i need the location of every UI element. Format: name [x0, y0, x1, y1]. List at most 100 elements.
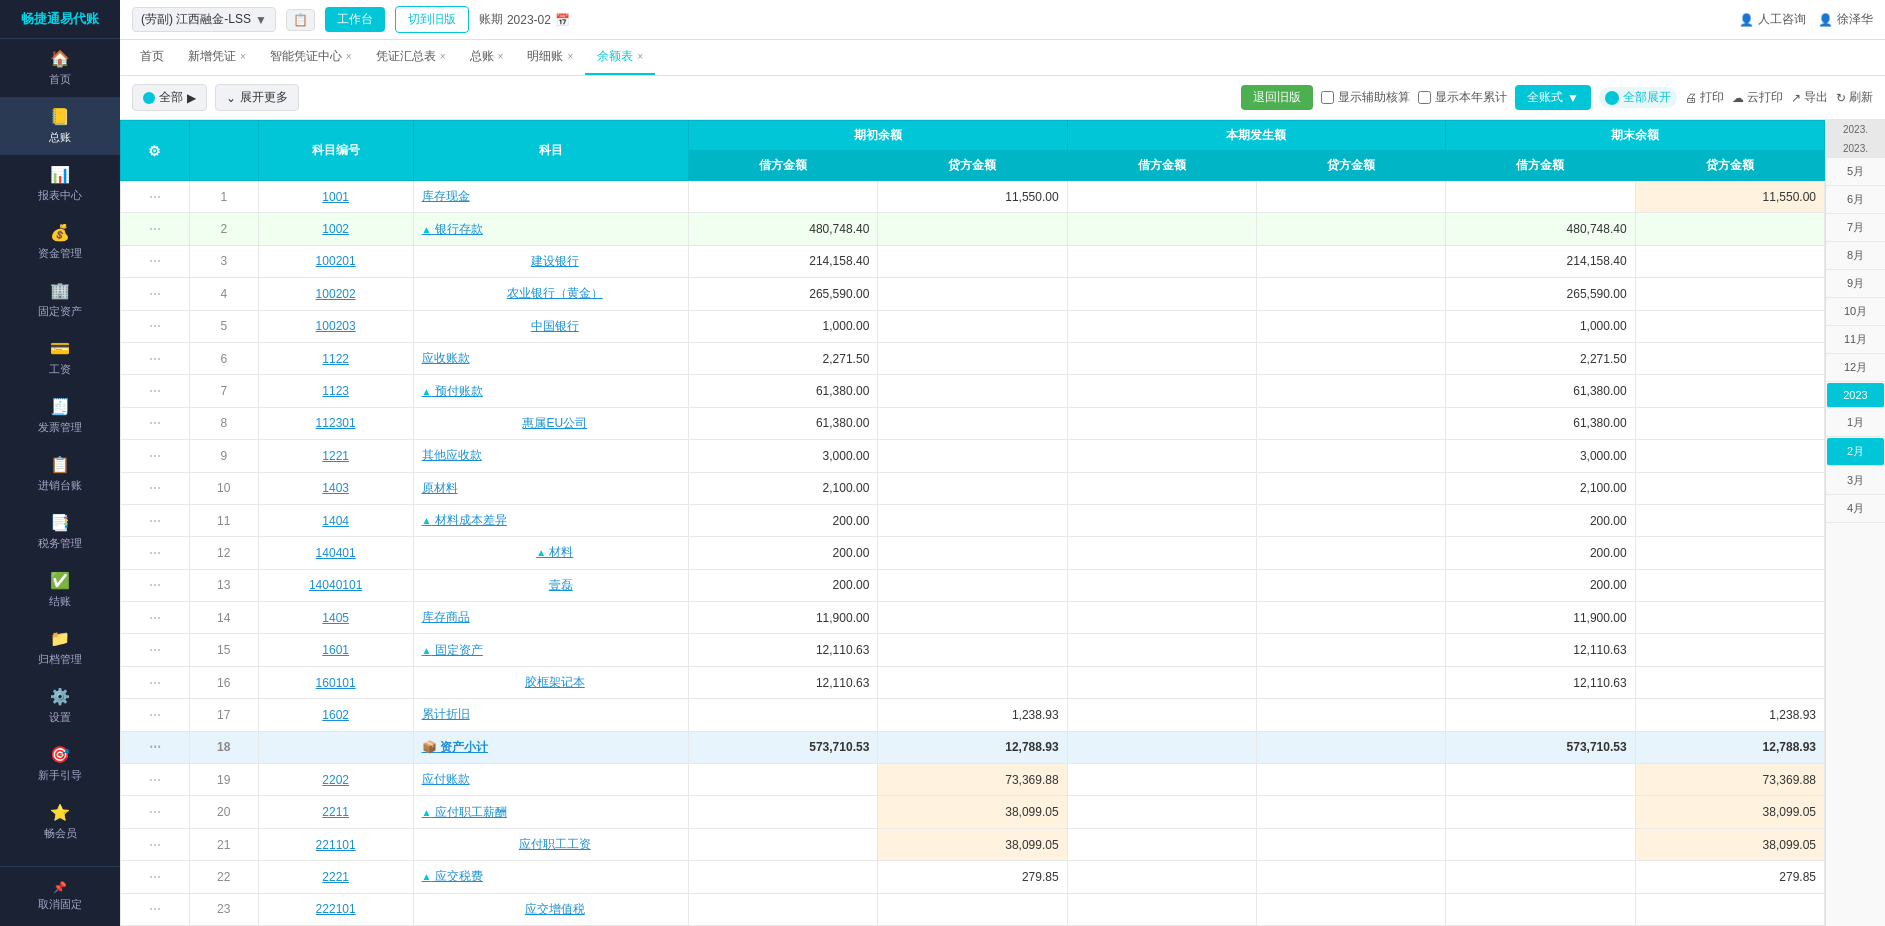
row-setting-14[interactable]: ⋯ [121, 634, 190, 666]
row-name-11[interactable]: ▲ 材料 [413, 537, 688, 569]
row-setting-5[interactable]: ⋯ [121, 342, 190, 374]
switch-old-button[interactable]: 切到旧版 [395, 6, 469, 33]
row-setting-4[interactable]: ⋯ [121, 310, 190, 342]
row-code-16[interactable]: 1602 [258, 699, 413, 731]
row-setting-6[interactable]: ⋯ [121, 375, 190, 407]
row-code-11[interactable]: 140401 [258, 537, 413, 569]
row-code-20[interactable]: 221101 [258, 828, 413, 860]
row-setting-13[interactable]: ⋯ [121, 602, 190, 634]
row-code-4[interactable]: 100203 [258, 310, 413, 342]
row-code-12[interactable]: 14040101 [258, 569, 413, 601]
sidebar-item-purchase[interactable]: 📋 进销台账 [0, 445, 120, 503]
show-aux-checkbox[interactable] [1321, 91, 1334, 104]
row-code-19[interactable]: 2211 [258, 796, 413, 828]
tab-close-balance[interactable]: × [637, 51, 643, 62]
row-setting-10[interactable]: ⋯ [121, 504, 190, 536]
tab-new-voucher[interactable]: 新增凭证 × [176, 40, 258, 75]
right-panel-apr[interactable]: 4月 [1826, 495, 1885, 523]
tab-close-smart-voucher[interactable]: × [346, 51, 352, 62]
return-old-button[interactable]: 退回旧版 [1241, 85, 1313, 110]
cloud-print-button[interactable]: ☁ 云打印 [1732, 89, 1783, 106]
row-setting-7[interactable]: ⋯ [121, 407, 190, 439]
row-setting-8[interactable]: ⋯ [121, 440, 190, 472]
company-selector[interactable]: (劳副) 江西融金-LSS ▼ [132, 7, 276, 32]
tab-close-new-voucher[interactable]: × [240, 51, 246, 62]
right-panel-mar[interactable]: 3月 [1826, 467, 1885, 495]
row-setting-2[interactable]: ⋯ [121, 245, 190, 277]
tab-close-voucher-summary[interactable]: × [440, 51, 446, 62]
row-code-22[interactable]: 222101 [258, 893, 413, 925]
row-setting-20[interactable]: ⋯ [121, 828, 190, 860]
row-name-6[interactable]: ▲ 预付账款 [413, 375, 688, 407]
calendar-icon[interactable]: 📅 [555, 13, 570, 27]
row-code-5[interactable]: 1122 [258, 342, 413, 374]
user-profile[interactable]: 👤 徐泽华 [1818, 11, 1873, 28]
row-name-19[interactable]: ▲ 应付职工薪酬 [413, 796, 688, 828]
tab-home[interactable]: 首页 [128, 40, 176, 75]
expand-all-toggle[interactable]: 全部展开 [1599, 87, 1677, 108]
tab-detail-ledger[interactable]: 明细账 × [515, 40, 585, 75]
row-name-17[interactable]: 📦 资产小计 [413, 731, 688, 763]
right-panel-jul[interactable]: 7月 [1826, 214, 1885, 242]
right-panel-jan[interactable]: 1月 [1826, 409, 1885, 437]
copy-button[interactable]: 📋 [286, 9, 315, 31]
row-setting-22[interactable]: ⋯ [121, 893, 190, 925]
tab-smart-voucher[interactable]: 智能凭证中心 × [258, 40, 364, 75]
sidebar-item-guide[interactable]: 🎯 新手引导 [0, 735, 120, 793]
sidebar-item-assets[interactable]: 🏢 固定资产 [0, 271, 120, 329]
sidebar-item-home[interactable]: 🏠 首页 [0, 39, 120, 97]
tab-close-detail-ledger[interactable]: × [567, 51, 573, 62]
row-setting-3[interactable]: ⋯ [121, 278, 190, 310]
row-name-8[interactable]: 其他应收款 [413, 440, 688, 472]
tab-close-ledger[interactable]: × [498, 51, 504, 62]
right-panel-2023[interactable]: 2023 [1827, 383, 1884, 408]
row-name-13[interactable]: 库存商品 [413, 602, 688, 634]
row-name-21[interactable]: ▲ 应交税费 [413, 861, 688, 893]
show-ytd-checkbox[interactable] [1418, 91, 1431, 104]
right-panel-sep[interactable]: 9月 [1826, 270, 1885, 298]
row-setting-9[interactable]: ⋯ [121, 472, 190, 504]
row-name-15[interactable]: 胶框架记本 [413, 666, 688, 698]
row-name-1[interactable]: ▲ 银行存款 [413, 213, 688, 245]
right-panel-nov[interactable]: 11月 [1826, 326, 1885, 354]
row-setting-1[interactable]: ⋯ [121, 213, 190, 245]
filter-all-button[interactable]: 全部 ▶ [132, 84, 207, 111]
row-code-9[interactable]: 1403 [258, 472, 413, 504]
row-name-9[interactable]: 原材料 [413, 472, 688, 504]
row-setting-11[interactable]: ⋯ [121, 537, 190, 569]
row-code-3[interactable]: 100202 [258, 278, 413, 310]
tab-ledger[interactable]: 总账 × [458, 40, 516, 75]
sidebar-item-archive[interactable]: 📁 归档管理 [0, 619, 120, 677]
sidebar-item-ledger[interactable]: 📒 总账 [0, 97, 120, 155]
row-code-10[interactable]: 1404 [258, 504, 413, 536]
row-code-2[interactable]: 100201 [258, 245, 413, 277]
row-name-16[interactable]: 累计折旧 [413, 699, 688, 731]
consulting-btn[interactable]: 👤 人工咨询 [1739, 11, 1806, 28]
row-code-0[interactable]: 1001 [258, 181, 413, 213]
tab-balance[interactable]: 余额表 × [585, 40, 655, 75]
col-setting-header[interactable]: ⚙ [121, 121, 190, 181]
sidebar-item-funds[interactable]: 💰 资金管理 [0, 213, 120, 271]
style-button[interactable]: 全账式 ▼ [1515, 85, 1591, 110]
sidebar-item-close[interactable]: ✅ 结账 [0, 561, 120, 619]
row-name-2[interactable]: 建设银行 [413, 245, 688, 277]
refresh-button[interactable]: ↻ 刷新 [1836, 89, 1873, 106]
row-name-22[interactable]: 应交增值税 [413, 893, 688, 925]
row-name-5[interactable]: 应收账款 [413, 342, 688, 374]
row-name-12[interactable]: 壹磊 [413, 569, 688, 601]
sidebar-item-member[interactable]: ⭐ 畅会员 [0, 793, 120, 851]
right-panel-aug[interactable]: 8月 [1826, 242, 1885, 270]
export-button[interactable]: ↗ 导出 [1791, 89, 1828, 106]
tab-voucher-summary[interactable]: 凭证汇总表 × [364, 40, 458, 75]
row-name-18[interactable]: 应付账款 [413, 764, 688, 796]
unpin-button[interactable]: 📌 取消固定 [8, 875, 112, 918]
print-button[interactable]: 🖨 打印 [1685, 89, 1724, 106]
row-code-18[interactable]: 2202 [258, 764, 413, 796]
right-panel-oct[interactable]: 10月 [1826, 298, 1885, 326]
sidebar-item-reports[interactable]: 📊 报表中心 [0, 155, 120, 213]
right-panel-feb[interactable]: 2月 [1827, 438, 1884, 466]
row-setting-0[interactable]: ⋯ [121, 181, 190, 213]
row-code-21[interactable]: 2221 [258, 861, 413, 893]
row-name-0[interactable]: 库存现金 [413, 181, 688, 213]
row-setting-18[interactable]: ⋯ [121, 764, 190, 796]
